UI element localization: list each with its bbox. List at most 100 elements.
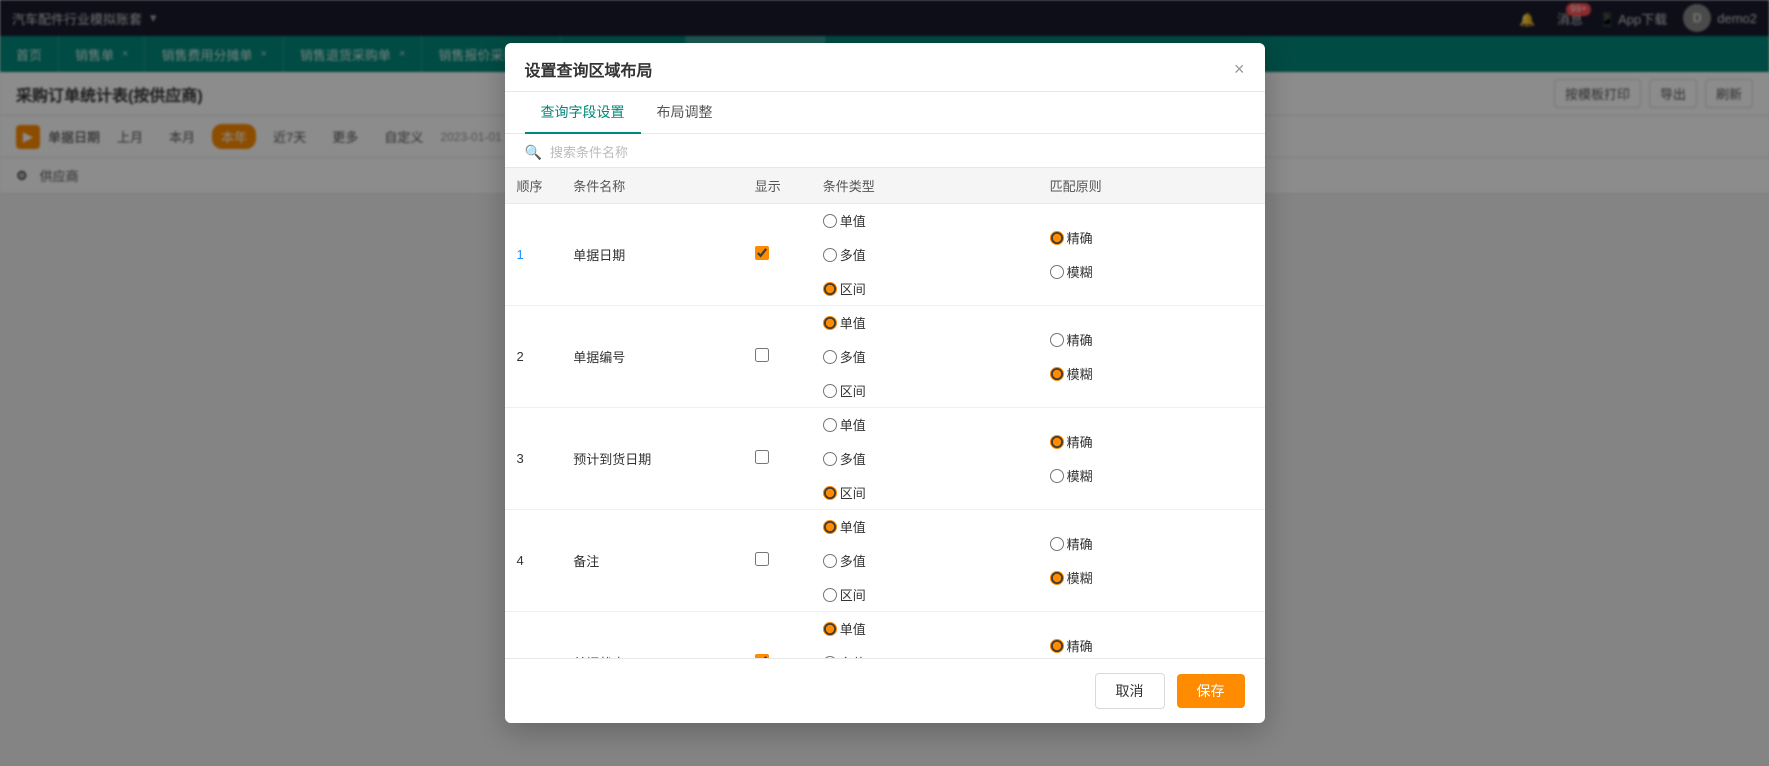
search-input[interactable] (550, 145, 750, 160)
show-checkbox[interactable] (755, 246, 769, 260)
radio-label-type_single[interactable]: 单值 (823, 313, 1026, 332)
table-row: 4备注单值多值区间精确模糊 (505, 510, 1265, 612)
radio-match_exact[interactable] (1050, 537, 1064, 551)
row-type: 单值多值区间 (811, 510, 1038, 612)
modal-search-bar: 🔍 (505, 134, 1265, 168)
row-show-checkbox[interactable] (743, 612, 811, 659)
modal-title: 设置查询区域布局 (525, 57, 653, 81)
row-match: 精确模糊 (1038, 510, 1265, 612)
radio-label-type_range[interactable]: 区间 (823, 585, 1026, 604)
cancel-button[interactable]: 取消 (1095, 673, 1165, 709)
radio-label-match_exact[interactable]: 精确 (1050, 228, 1253, 247)
row-show-checkbox[interactable] (743, 306, 811, 408)
col-header-name: 条件名称 (561, 168, 742, 204)
table-row: 1单据日期单值多值区间精确模糊 (505, 204, 1265, 306)
table-row: 3预计到货日期单值多值区间精确模糊 (505, 408, 1265, 510)
modal-tab-query-label: 查询字段设置 (541, 104, 625, 120)
radio-label-type_range[interactable]: 区间 (823, 381, 1026, 400)
radio-match_exact[interactable] (1050, 639, 1064, 653)
row-condition-name: 单据日期 (561, 204, 742, 306)
col-header-show: 显示 (743, 168, 811, 204)
radio-label-match_exact[interactable]: 精确 (1050, 330, 1253, 349)
row-condition-name: 单据编号 (561, 306, 742, 408)
radio-label-match_fuzzy[interactable]: 模糊 (1050, 364, 1253, 383)
radio-label-type_single[interactable]: 单值 (823, 517, 1026, 536)
table-row: 5单据状态 单值多值区间精确模糊 (505, 612, 1265, 659)
modal-tabs: 查询字段设置 布局调整 (505, 92, 1265, 134)
radio-type_multi[interactable] (823, 452, 837, 466)
radio-match_fuzzy[interactable] (1050, 469, 1064, 483)
settings-modal: 设置查询区域布局 × 查询字段设置 布局调整 🔍 顺序 条件名称 (505, 43, 1265, 723)
radio-label-type_multi[interactable]: 多值 (823, 347, 1026, 366)
modal-close-button[interactable]: × (1234, 60, 1245, 78)
row-condition-name: 单据状态 (561, 612, 742, 659)
radio-type_multi[interactable] (823, 554, 837, 568)
show-checkbox[interactable] (755, 348, 769, 362)
radio-label-match_exact[interactable]: 精确 (1050, 534, 1253, 553)
radio-type_single[interactable] (823, 622, 837, 636)
row-order: 5 (505, 612, 562, 659)
row-show-checkbox[interactable] (743, 204, 811, 306)
radio-match_exact[interactable] (1050, 333, 1064, 347)
col-header-match: 匹配原则 (1038, 168, 1265, 204)
show-checkbox[interactable] (755, 450, 769, 464)
radio-label-match_exact[interactable]: 精确 (1050, 432, 1253, 451)
radio-type_range[interactable] (823, 588, 837, 602)
radio-match_fuzzy[interactable] (1050, 265, 1064, 279)
show-checkbox[interactable] (755, 552, 769, 566)
radio-type_single[interactable] (823, 316, 837, 330)
row-type: 单值多值区间 (811, 612, 1038, 659)
row-match: 精确模糊 (1038, 306, 1265, 408)
row-type: 单值多值区间 (811, 204, 1038, 306)
radio-type_single[interactable] (823, 214, 837, 228)
radio-type_range[interactable] (823, 486, 837, 500)
radio-label-type_single[interactable]: 单值 (823, 211, 1026, 230)
radio-label-type_range[interactable]: 区间 (823, 279, 1026, 298)
radio-label-type_multi[interactable]: 多值 (823, 245, 1026, 264)
row-order: 3 (505, 408, 562, 510)
modal-tab-layout[interactable]: 布局调整 (641, 92, 729, 134)
modal-overlay: 设置查询区域布局 × 查询字段设置 布局调整 🔍 顺序 条件名称 (0, 0, 1769, 766)
radio-label-type_multi[interactable]: 多值 (823, 551, 1026, 570)
radio-match_fuzzy[interactable] (1050, 367, 1064, 381)
modal-tab-query-fields[interactable]: 查询字段设置 (525, 92, 641, 134)
col-header-order: 顺序 (505, 168, 562, 204)
row-type: 单值多值区间 (811, 408, 1038, 510)
row-type: 单值多值区间 (811, 306, 1038, 408)
radio-type_multi[interactable] (823, 350, 837, 364)
row-condition-name: 预计到货日期 (561, 408, 742, 510)
radio-label-match_fuzzy[interactable]: 模糊 (1050, 262, 1253, 281)
radio-type_single[interactable] (823, 520, 837, 534)
radio-type_range[interactable] (823, 384, 837, 398)
radio-type_range[interactable] (823, 282, 837, 296)
col-header-type: 条件类型 (811, 168, 1038, 204)
row-order: 2 (505, 306, 562, 408)
search-icon: 🔍 (525, 144, 542, 161)
radio-label-match_exact[interactable]: 精确 (1050, 636, 1253, 655)
row-condition-name: 备注 (561, 510, 742, 612)
radio-match_exact[interactable] (1050, 435, 1064, 449)
modal-tab-layout-label: 布局调整 (657, 104, 713, 120)
radio-match_fuzzy[interactable] (1050, 571, 1064, 585)
radio-label-match_fuzzy[interactable]: 模糊 (1050, 568, 1253, 587)
radio-label-match_fuzzy[interactable]: 模糊 (1050, 466, 1253, 485)
radio-match_exact[interactable] (1050, 231, 1064, 245)
row-match: 精确模糊 (1038, 204, 1265, 306)
radio-label-type_single[interactable]: 单值 (823, 619, 1026, 638)
row-show-checkbox[interactable] (743, 408, 811, 510)
modal-header: 设置查询区域布局 × (505, 43, 1265, 92)
row-order: 1 (505, 204, 562, 306)
radio-type_multi[interactable] (823, 248, 837, 262)
modal-footer: 取消 保存 (505, 658, 1265, 723)
row-match: 精确模糊 (1038, 612, 1265, 659)
row-order: 4 (505, 510, 562, 612)
radio-label-type_multi[interactable]: 多值 (823, 449, 1026, 468)
radio-type_single[interactable] (823, 418, 837, 432)
table-row: 2单据编号单值多值区间精确模糊 (505, 306, 1265, 408)
radio-label-type_single[interactable]: 单值 (823, 415, 1026, 434)
row-show-checkbox[interactable] (743, 510, 811, 612)
radio-label-type_range[interactable]: 区间 (823, 483, 1026, 502)
save-button[interactable]: 保存 (1177, 674, 1245, 708)
modal-table: 顺序 条件名称 显示 条件类型 匹配原则 1单据日期单值多值区间精确模糊2单据编… (505, 168, 1265, 658)
row-match: 精确模糊 (1038, 408, 1265, 510)
